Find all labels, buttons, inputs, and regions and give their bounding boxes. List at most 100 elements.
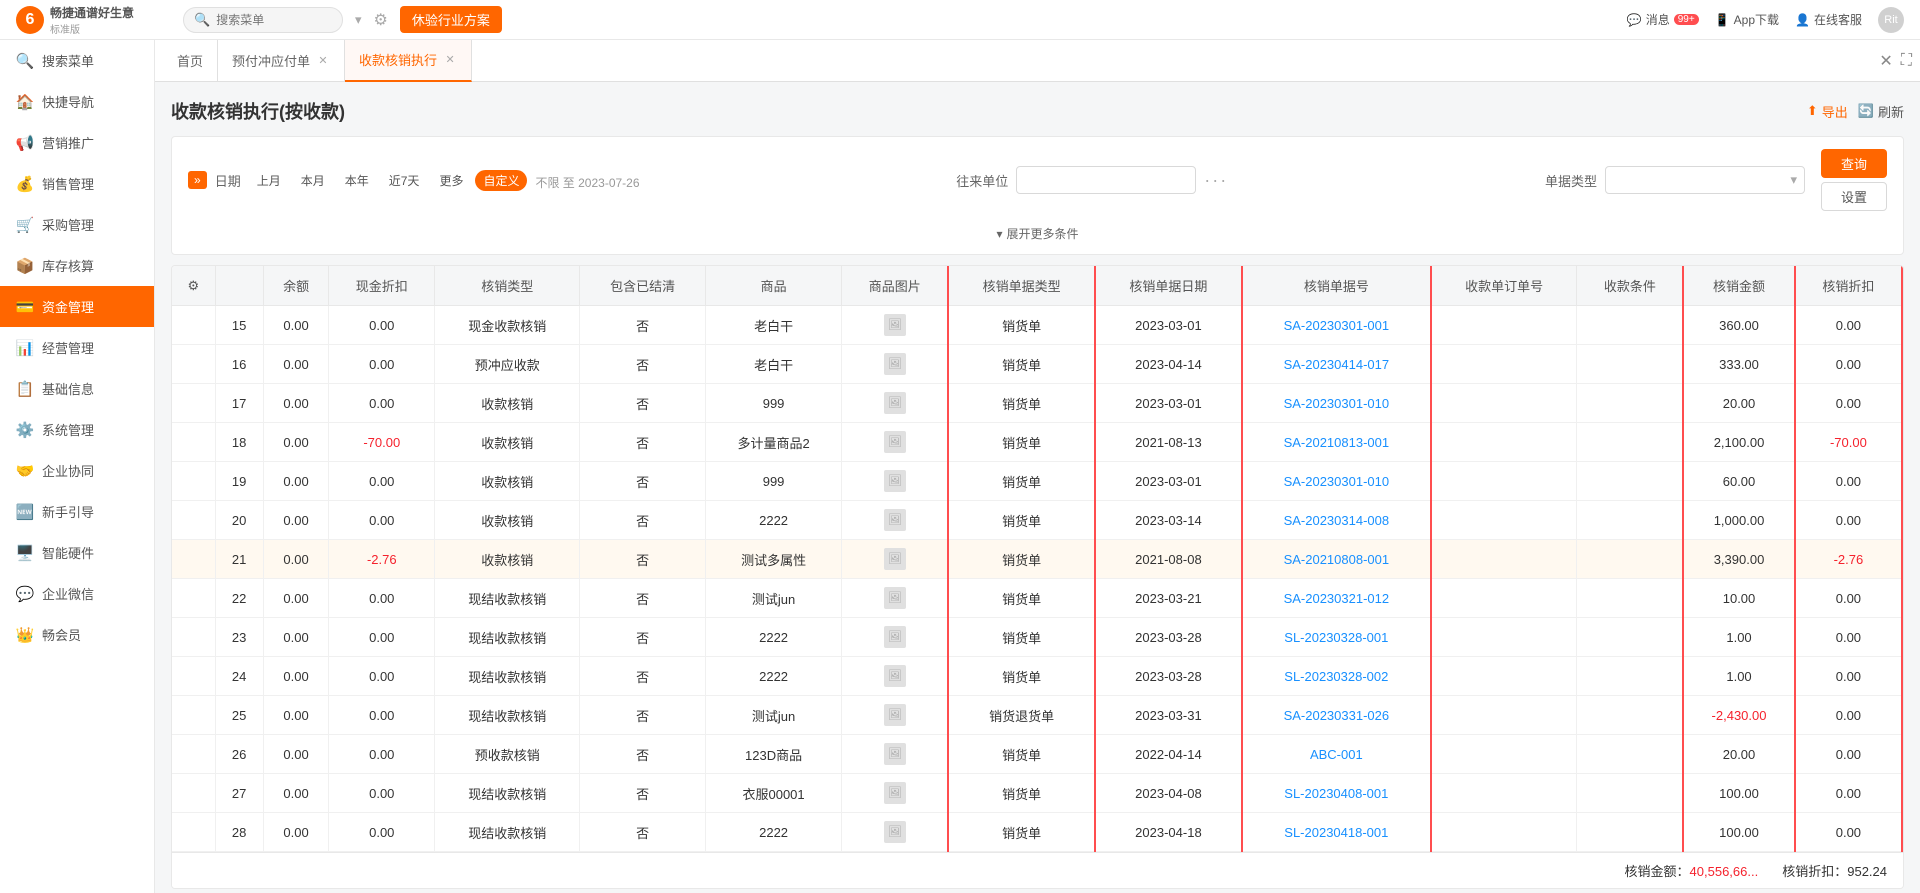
last-month-btn[interactable]: 上月 <box>249 170 289 191</box>
cell-doc-no-3[interactable]: SA-20210813-001 <box>1242 423 1431 462</box>
refresh-button[interactable]: 🔄 刷新 <box>1858 102 1904 121</box>
doc-no-link-11[interactable]: ABC-001 <box>1310 747 1363 762</box>
cell-doc-no-13[interactable]: SL-20230418-001 <box>1242 813 1431 852</box>
cell-doc-type-6: 销货单 <box>948 540 1095 579</box>
solution-button[interactable]: 休验行业方案 <box>400 6 502 33</box>
partner-ellipsis[interactable]: ··· <box>1204 170 1228 191</box>
more-date-btn[interactable]: 更多 <box>431 170 471 191</box>
cell-doc-no-7[interactable]: SA-20230321-012 <box>1242 579 1431 618</box>
app-download-action[interactable]: 📱 App下载 <box>1715 11 1779 28</box>
close-window-icon[interactable]: ✕ <box>1879 51 1892 71</box>
doc-no-link-2[interactable]: SA-20230301-010 <box>1284 396 1390 411</box>
cell-writeoff-type-4: 收款核销 <box>435 462 580 501</box>
dropdown-icon[interactable]: ▾ <box>355 12 362 28</box>
maximize-icon[interactable]: ⛶ <box>1901 52 1912 70</box>
online-service-action[interactable]: 👤 在线客服 <box>1795 11 1862 28</box>
cell-included-settled-1: 否 <box>580 345 705 384</box>
sidebar-item-vip[interactable]: 👑畅会员 <box>0 614 154 655</box>
this-month-btn[interactable]: 本月 <box>293 170 333 191</box>
this-year-btn[interactable]: 本年 <box>337 170 377 191</box>
sidebar-item-search[interactable]: 🔍搜索菜单 <box>0 40 154 81</box>
cell-writeoff-type-12: 现结收款核销 <box>435 774 580 813</box>
tab-home[interactable]: 首页 <box>163 40 218 82</box>
user-avatar[interactable]: Rit <box>1878 7 1904 33</box>
cell-balance-7: 0.00 <box>263 579 329 618</box>
cell-balance-9: 0.00 <box>263 657 329 696</box>
sidebar-item-guide[interactable]: 🆕新手引导 <box>0 491 154 532</box>
sidebar-item-hardware[interactable]: 🖥️智能硬件 <box>0 532 154 573</box>
cell-goods-image-8: 🖼 <box>842 618 948 657</box>
doc-no-link-3[interactable]: SA-20210813-001 <box>1284 435 1390 450</box>
custom-date-btn[interactable]: 自定义 <box>475 170 527 191</box>
doc-no-link-12[interactable]: SL-20230408-001 <box>1284 786 1388 801</box>
system-icon: ⚙️ <box>16 421 34 439</box>
sidebar-item-operations[interactable]: 📊经营管理 <box>0 327 154 368</box>
sidebar-item-finance[interactable]: 💳资金管理 <box>0 286 154 327</box>
cell-receipt-order-4 <box>1431 462 1577 501</box>
cell-doc-no-11[interactable]: ABC-001 <box>1242 735 1431 774</box>
cell-doc-no-9[interactable]: SL-20230328-002 <box>1242 657 1431 696</box>
cell-goods-image-12: 🖼 <box>842 774 948 813</box>
cell-doc-no-1[interactable]: SA-20230414-017 <box>1242 345 1431 384</box>
message-action[interactable]: 💬 消息 99+ <box>1627 11 1699 28</box>
sidebar-item-system[interactable]: ⚙️系统管理 <box>0 409 154 450</box>
table-row: 22 0.00 0.00 现结收款核销 否 测试jun 🖼 销货单 2023-0… <box>172 579 1902 618</box>
sidebar-label-guide: 新手引导 <box>42 502 94 521</box>
expand-arrow[interactable]: » <box>188 171 207 189</box>
doc-no-link-7[interactable]: SA-20230321-012 <box>1284 591 1390 606</box>
doc-no-link-6[interactable]: SA-20210808-001 <box>1284 552 1390 567</box>
tab-close-prepay[interactable]: ✕ <box>316 54 330 68</box>
setting-button[interactable]: 设置 <box>1821 182 1887 211</box>
doc-type-input[interactable] <box>1605 166 1805 194</box>
cell-writeoff-type-13: 现结收款核销 <box>435 813 580 852</box>
page-actions: ⬆ 导出 🔄 刷新 <box>1807 102 1904 121</box>
sidebar-item-wechat[interactable]: 💬企业微信 <box>0 573 154 614</box>
doc-no-link-4[interactable]: SA-20230301-010 <box>1284 474 1390 489</box>
last-7days-btn[interactable]: 近7天 <box>381 170 428 191</box>
cell-doc-no-8[interactable]: SL-20230328-001 <box>1242 618 1431 657</box>
expand-more-btn[interactable]: ▾ 展开更多条件 <box>996 225 1078 242</box>
query-button[interactable]: 查询 <box>1821 149 1887 178</box>
cell-cash-discount-4: 0.00 <box>329 462 435 501</box>
cell-doc-no-5[interactable]: SA-20230314-008 <box>1242 501 1431 540</box>
cell-receipt-order-5 <box>1431 501 1577 540</box>
cell-doc-no-12[interactable]: SL-20230408-001 <box>1242 774 1431 813</box>
top-search-bar[interactable]: 🔍 <box>183 7 343 33</box>
partner-input[interactable] <box>1016 166 1196 194</box>
settings-icon[interactable]: ⚙ <box>187 278 199 293</box>
doc-no-link-9[interactable]: SL-20230328-002 <box>1284 669 1388 684</box>
gear-icon[interactable]: ⚙ <box>374 10 388 30</box>
tab-close-receipt-writeoff[interactable]: ✕ <box>443 53 457 67</box>
sidebar-item-purchase[interactable]: 🛒采购管理 <box>0 204 154 245</box>
doc-no-link-5[interactable]: SA-20230314-008 <box>1284 513 1390 528</box>
col-settings[interactable]: ⚙ <box>172 266 215 306</box>
table-row: 17 0.00 0.00 收款核销 否 999 🖼 销货单 2023-03-01… <box>172 384 1902 423</box>
export-button[interactable]: ⬆ 导出 <box>1807 102 1848 121</box>
doc-no-link-13[interactable]: SL-20230418-001 <box>1284 825 1388 840</box>
sidebar-item-marketing[interactable]: 📢营销推广 <box>0 122 154 163</box>
table-row: 16 0.00 0.00 预冲应收款 否 老白干 🖼 销货单 2023-04-1… <box>172 345 1902 384</box>
cell-doc-no-4[interactable]: SA-20230301-010 <box>1242 462 1431 501</box>
tab-receipt-writeoff[interactable]: 收款核销执行✕ <box>345 40 472 82</box>
sidebar-item-inventory[interactable]: 📦库存核算 <box>0 245 154 286</box>
cell-receipt-condition-6 <box>1577 540 1683 579</box>
cell-writeoff-amount-5: 1,000.00 <box>1683 501 1795 540</box>
doc-no-link-10[interactable]: SA-20230331-026 <box>1284 708 1390 723</box>
sidebar-item-basic[interactable]: 📋基础信息 <box>0 368 154 409</box>
sales-icon: 💰 <box>16 175 34 193</box>
sidebar-item-quick-nav[interactable]: 🏠快捷导航 <box>0 81 154 122</box>
cell-doc-no-6[interactable]: SA-20210808-001 <box>1242 540 1431 579</box>
search-input[interactable] <box>216 13 316 27</box>
cell-doc-no-10[interactable]: SA-20230331-026 <box>1242 696 1431 735</box>
col-goods-image: 商品图片 <box>842 266 948 306</box>
doc-no-link-8[interactable]: SL-20230328-001 <box>1284 630 1388 645</box>
doc-no-link-0[interactable]: SA-20230301-001 <box>1284 318 1390 333</box>
doc-no-link-1[interactable]: SA-20230414-017 <box>1284 357 1390 372</box>
cell-writeoff-amount-1: 333.00 <box>1683 345 1795 384</box>
col-row-num <box>215 266 263 306</box>
tab-prepay[interactable]: 预付冲应付单✕ <box>218 40 345 82</box>
cell-doc-no-0[interactable]: SA-20230301-001 <box>1242 306 1431 345</box>
sidebar-item-enterprise[interactable]: 🤝企业协同 <box>0 450 154 491</box>
sidebar-item-sales[interactable]: 💰销售管理 <box>0 163 154 204</box>
cell-doc-no-2[interactable]: SA-20230301-010 <box>1242 384 1431 423</box>
